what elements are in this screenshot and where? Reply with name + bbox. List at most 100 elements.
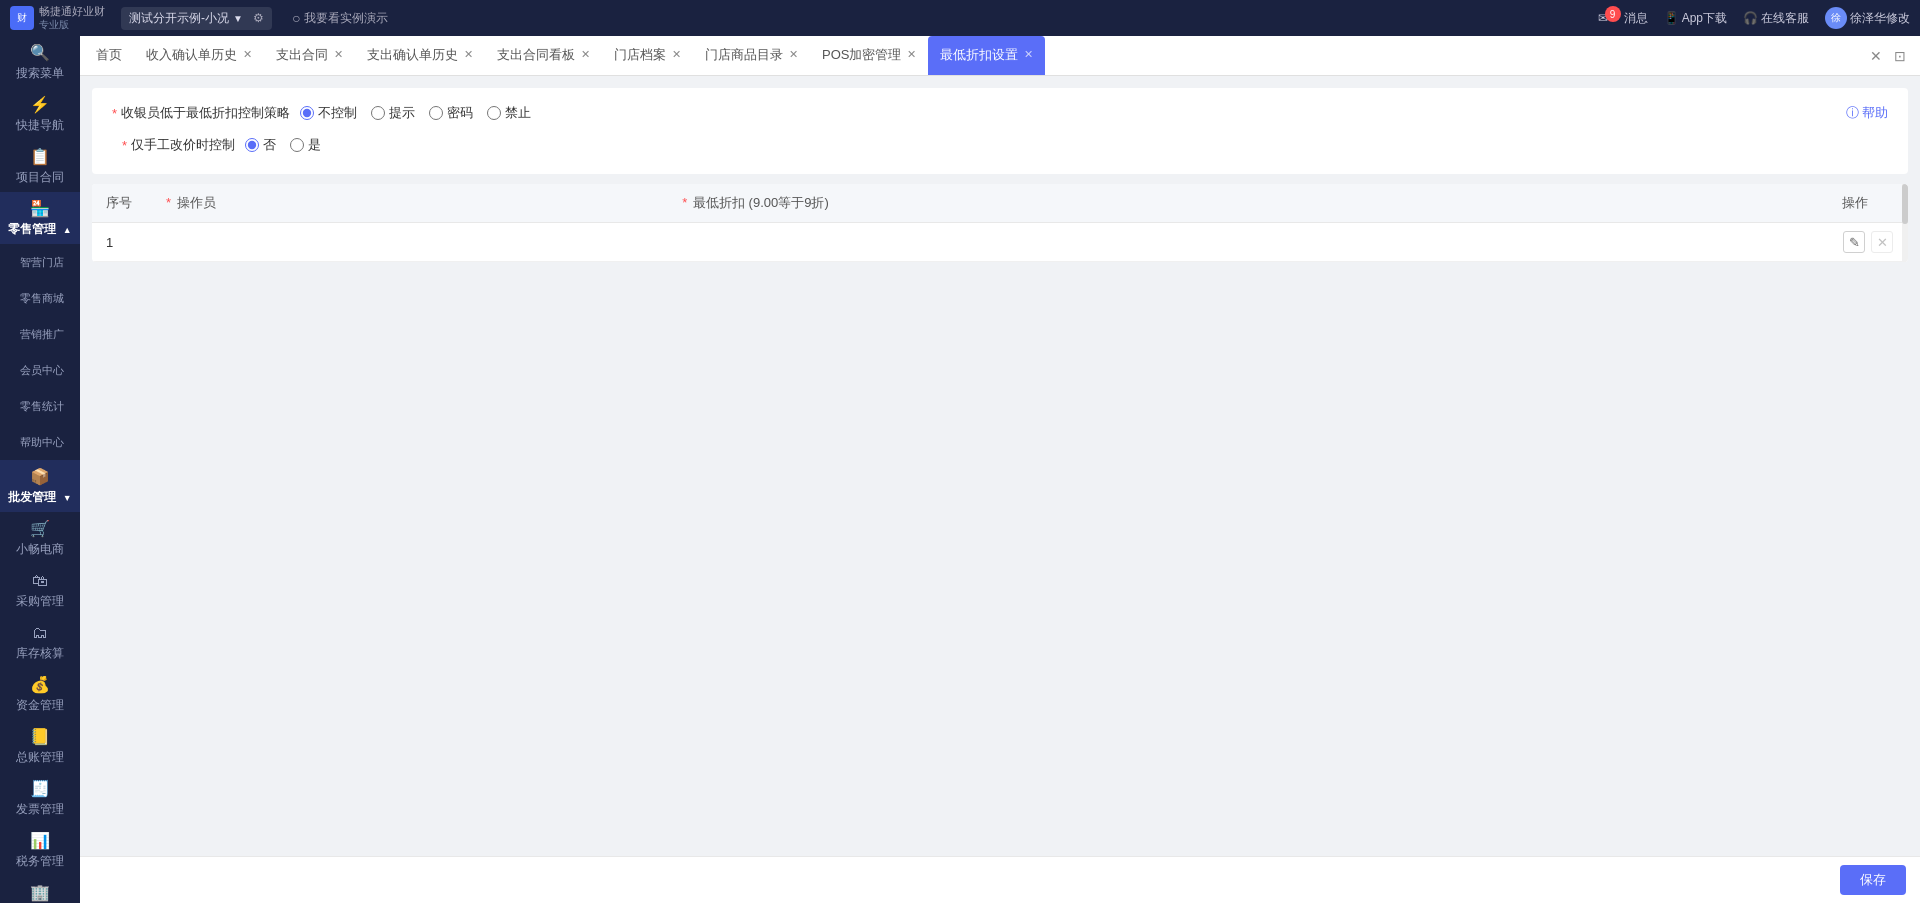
radio-forbid[interactable]: 禁止 <box>487 104 531 122</box>
tab-pos-pwd[interactable]: POS加密管理 ✕ <box>810 36 928 76</box>
sidebar-item-project[interactable]: 📋 项目合同 <box>0 140 80 192</box>
tab-close-icon[interactable]: ✕ <box>789 48 798 61</box>
sidebar-item-capital[interactable]: 💰 资金管理 <box>0 668 80 720</box>
tab-label: 支出合同看板 <box>497 46 575 64</box>
cell-seq: 1 <box>92 223 152 262</box>
tab-maximize-btn[interactable]: ⊡ <box>1890 46 1910 66</box>
sidebar-item-label: 零售管理 ▲ <box>8 222 71 238</box>
tab-home-label: 首页 <box>96 46 122 64</box>
sidebar-item-label: 项目合同 <box>16 170 64 186</box>
sidebar-item-label: 小畅电商 <box>16 542 64 558</box>
sidebar-item-smart-store[interactable]: 智营门店 <box>0 244 80 280</box>
capital-icon: 💰 <box>30 675 50 696</box>
app-download-action[interactable]: 📱 App下载 <box>1664 10 1727 27</box>
sidebar-item-label: 营销推广 <box>20 327 64 341</box>
sidebar-item-ecommerce[interactable]: 🛒 小畅电商 <box>0 512 80 564</box>
radio-manual-no[interactable]: 否 <box>245 136 276 154</box>
avatar: 徐 <box>1825 7 1847 29</box>
sidebar-item-retail[interactable]: 🏪 零售管理 ▲ <box>0 192 80 244</box>
radio-manual-no-label: 否 <box>263 136 276 154</box>
cell-discount <box>668 223 1828 262</box>
sidebar-item-tax[interactable]: 📊 税务管理 <box>0 824 80 876</box>
settings-icon[interactable]: ⚙ <box>253 11 264 25</box>
tab-close-icon[interactable]: ✕ <box>907 48 916 61</box>
sidebar-item-invoice[interactable]: 🧾 发票管理 <box>0 772 80 824</box>
row-delete-btn[interactable]: ✕ <box>1871 231 1893 253</box>
project-name: 测试分开示例-小况 <box>129 10 229 27</box>
sidebar-item-marketing[interactable]: 营销推广 <box>0 316 80 352</box>
sidebar-item-help[interactable]: 帮助中心 <box>0 424 80 460</box>
sidebar-item-label: 搜索菜单 <box>16 66 64 82</box>
radio-no-control[interactable]: 不控制 <box>300 104 357 122</box>
tab-payment-board[interactable]: 支出合同看板 ✕ <box>485 36 602 76</box>
app-download-label: App下载 <box>1682 10 1727 27</box>
sidebar: 🔍 搜索菜单 ⚡ 快捷导航 📋 项目合同 🏪 零售管理 ▲ 智营门店 零售商城 … <box>0 36 80 903</box>
sidebar-item-retail-mall[interactable]: 零售商城 <box>0 280 80 316</box>
user-action[interactable]: 徐 徐泽华修改 <box>1825 7 1910 29</box>
discount-policy-label: * 收银员低于最低折扣控制策略 <box>112 104 290 122</box>
tab-close-icon[interactable]: ✕ <box>1024 48 1033 61</box>
sidebar-item-label: 批发管理 ▼ <box>8 490 71 506</box>
shortcut-icon: ⚡ <box>30 95 50 116</box>
radio-no-control-label: 不控制 <box>318 104 357 122</box>
radio-manual-yes[interactable]: 是 <box>290 136 321 154</box>
tab-close-icon[interactable]: ✕ <box>672 48 681 61</box>
sidebar-item-label: 库存核算 <box>16 646 64 662</box>
tab-min-discount[interactable]: 最低折扣设置 ✕ <box>928 36 1045 76</box>
content-area: 首页 收入确认单历史 ✕ 支出合同 ✕ 支出确认单历史 ✕ 支出合同看板 ✕ 门… <box>80 36 1920 903</box>
project-selector[interactable]: 测试分开示例-小况 ▼ ⚙ <box>121 7 272 30</box>
user-name: 徐泽华修改 <box>1850 10 1910 27</box>
col-header-seq: 序号 <box>92 184 152 223</box>
sidebar-item-purchase[interactable]: 🛍 采购管理 <box>0 564 80 616</box>
help-button[interactable]: ⓘ 帮助 <box>1846 104 1888 122</box>
purchase-icon: 🛍 <box>32 571 48 592</box>
col-header-actions: 操作 <box>1828 184 1908 223</box>
tab-home[interactable]: 首页 <box>84 36 134 76</box>
tab-payment-contract[interactable]: 支出合同 ✕ <box>264 36 355 76</box>
tab-label: 支出确认单历史 <box>367 46 458 64</box>
demo-link[interactable]: ○ 我要看实例演示 <box>292 10 388 27</box>
retail-icon: 🏪 <box>30 199 50 220</box>
sidebar-item-fixed-assets[interactable]: 🏢 固定资产 <box>0 876 80 903</box>
main-layout: 🔍 搜索菜单 ⚡ 快捷导航 📋 项目合同 🏪 零售管理 ▲ 智营门店 零售商城 … <box>0 36 1920 903</box>
message-badge: 9 <box>1605 6 1621 22</box>
project-icon: 📋 <box>30 147 50 168</box>
tab-bar-actions: ✕ ⊡ <box>1860 46 1916 66</box>
message-action[interactable]: ✉ 9 消息 <box>1598 10 1648 27</box>
col-header-discount: * 最低折扣 (9.00等于9折) <box>668 184 1828 223</box>
row-edit-btn[interactable]: ✎ <box>1843 231 1865 253</box>
radio-password-label: 密码 <box>447 104 473 122</box>
tab-store-file[interactable]: 门店档案 ✕ <box>602 36 693 76</box>
bottom-bar: 保存 <box>80 856 1920 903</box>
table-container: 序号 * 操作员 * 最低折扣 (9.00等于9折) <box>92 184 1908 262</box>
sidebar-item-label: 发票管理 <box>16 802 64 818</box>
sidebar-item-label: 快捷导航 <box>16 118 64 134</box>
tab-close-icon[interactable]: ✕ <box>243 48 252 61</box>
save-button[interactable]: 保存 <box>1840 865 1906 895</box>
customer-service-action[interactable]: 🎧 在线客服 <box>1743 10 1809 27</box>
sidebar-item-retail-stat[interactable]: 零售统计 <box>0 388 80 424</box>
sidebar-item-ledger[interactable]: 📒 总账管理 <box>0 720 80 772</box>
sidebar-item-inventory[interactable]: 🗂 库存核算 <box>0 616 80 668</box>
app-logo: 财 畅捷通好业财 专业版 <box>10 5 105 30</box>
page-content: * 收银员低于最低折扣控制策略 不控制 提示 <box>80 76 1920 856</box>
tab-close-icon[interactable]: ✕ <box>334 48 343 61</box>
manual-price-radio-group: 否 是 <box>245 136 321 154</box>
radio-password[interactable]: 密码 <box>429 104 473 122</box>
sidebar-item-label: 零售商城 <box>20 291 64 305</box>
sidebar-item-shortcut[interactable]: ⚡ 快捷导航 <box>0 88 80 140</box>
logo-text: 畅捷通好业财 专业版 <box>39 5 105 30</box>
tab-payment-confirm[interactable]: 支出确认单历史 ✕ <box>355 36 485 76</box>
sidebar-item-member[interactable]: 会员中心 <box>0 352 80 388</box>
tab-close-icon[interactable]: ✕ <box>581 48 590 61</box>
tab-store-goods[interactable]: 门店商品目录 ✕ <box>693 36 810 76</box>
tab-close-icon[interactable]: ✕ <box>464 48 473 61</box>
radio-remind[interactable]: 提示 <box>371 104 415 122</box>
scroll-thumb <box>1902 184 1908 224</box>
sidebar-item-label: 会员中心 <box>20 363 64 377</box>
tab-income-confirm[interactable]: 收入确认单历史 ✕ <box>134 36 264 76</box>
sidebar-item-wholesale[interactable]: 📦 批发管理 ▼ <box>0 460 80 512</box>
tab-close-all-btn[interactable]: ✕ <box>1866 46 1886 66</box>
sidebar-item-search[interactable]: 🔍 搜索菜单 <box>0 36 80 88</box>
scroll-track[interactable] <box>1902 184 1908 262</box>
